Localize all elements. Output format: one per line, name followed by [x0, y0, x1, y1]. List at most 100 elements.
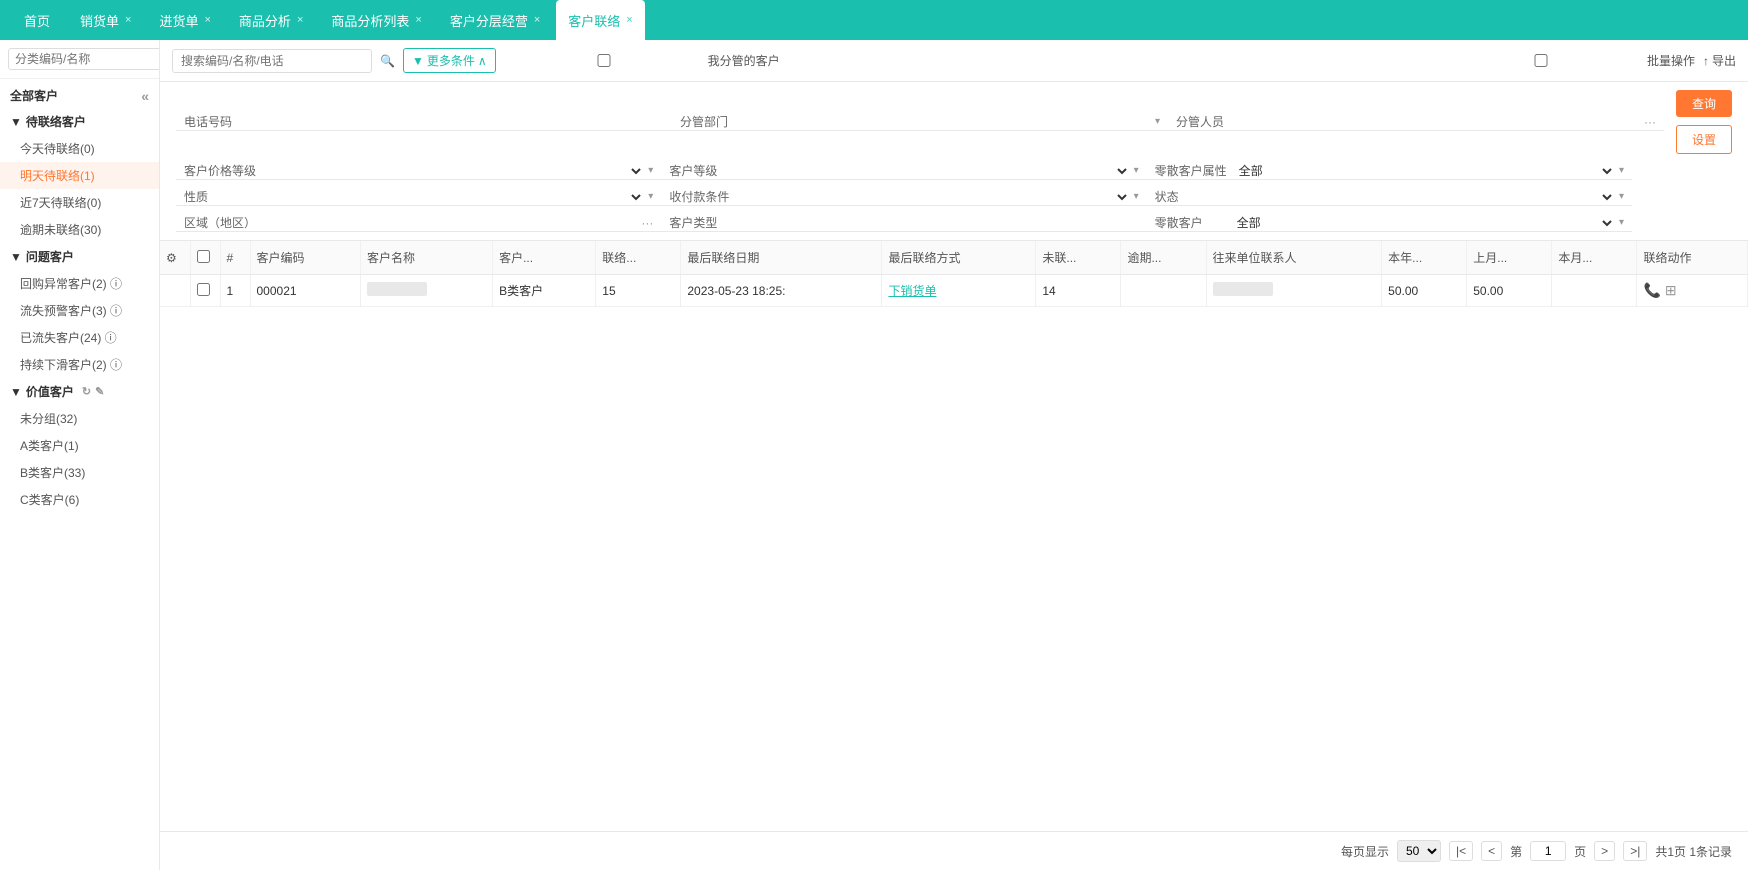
- nav-tab-customer-tier[interactable]: 客户分层经营 ×: [438, 0, 552, 40]
- sidebar-group-value[interactable]: ▼ 价值客户 ↻ ✎: [0, 378, 159, 405]
- sidebar-item-churned[interactable]: 已流失客户(24) ⓘ: [0, 324, 159, 351]
- sidebar-item-today[interactable]: 今天待联络(0): [0, 135, 159, 162]
- my-customers-checkbox[interactable]: 我分管的客户: [504, 52, 780, 69]
- select-all-checkbox[interactable]: [197, 250, 210, 263]
- page-input[interactable]: [1530, 841, 1566, 861]
- sidebar-item-7days[interactable]: 近7天待联络(0): [0, 189, 159, 216]
- sidebar-item-repurchase-abnormal[interactable]: 回购异常客户(2) ⓘ: [0, 270, 159, 297]
- chevron-down-icon[interactable]: ▾: [1134, 191, 1139, 202]
- more-icon[interactable]: ···: [641, 216, 653, 230]
- gear-icon[interactable]: ⚙: [166, 251, 177, 265]
- sidebar-item-a-class[interactable]: A类客户(1): [0, 432, 159, 459]
- close-icon[interactable]: ×: [204, 14, 210, 26]
- price-level-select[interactable]: [264, 163, 644, 179]
- per-page-select[interactable]: 50: [1397, 840, 1441, 862]
- customer-type-input[interactable]: [747, 216, 1138, 230]
- query-btn[interactable]: 查询: [1676, 90, 1732, 117]
- chevron-down-icon[interactable]: ▾: [648, 191, 653, 202]
- nav-tab-analysis[interactable]: 商品分析 ×: [227, 0, 315, 40]
- filter-payment: 收付款条件 ▾: [661, 188, 1146, 206]
- row-select-checkbox[interactable]: [197, 283, 210, 296]
- search-icon[interactable]: 🔍: [380, 54, 395, 68]
- nav-tab-purchase[interactable]: 进货单 ×: [147, 0, 222, 40]
- batch-operate-btn[interactable]: 批量操作: [1441, 52, 1695, 69]
- payment-select[interactable]: [747, 189, 1129, 205]
- close-icon[interactable]: ×: [626, 14, 632, 26]
- sidebar-item-b-class[interactable]: B类客户(33): [0, 459, 159, 486]
- col-no: #: [220, 241, 250, 275]
- chevron-icon: ∧: [478, 54, 487, 68]
- filter-price-level: 客户价格等级 ▾: [176, 162, 661, 180]
- phone-action-icon[interactable]: 📞: [1643, 282, 1660, 299]
- row-name: [360, 275, 492, 307]
- nav-tab-customer-contact[interactable]: 客户联络 ×: [556, 0, 644, 40]
- sidebar-item-c-class[interactable]: C类客户(6): [0, 486, 159, 513]
- sidebar-group-pending[interactable]: ▼ 待联络客户: [0, 108, 159, 135]
- chevron-down-icon[interactable]: ▾: [1619, 191, 1624, 202]
- col-type: 客户...: [493, 241, 596, 275]
- status-select[interactable]: [1233, 189, 1615, 205]
- sidebar-item-overdue[interactable]: 逾期未联络(30): [0, 216, 159, 243]
- close-icon[interactable]: ×: [534, 14, 540, 26]
- first-page-btn[interactable]: |<: [1449, 841, 1473, 861]
- batch-checkbox[interactable]: [1441, 54, 1641, 67]
- refresh-icon[interactable]: ↻: [82, 385, 91, 398]
- more-conditions-btn[interactable]: ▼ 更多条件 ∧: [403, 48, 496, 73]
- sidebar-item-tomorrow[interactable]: 明天待联络(1): [0, 162, 159, 189]
- collapse-icon[interactable]: «: [141, 88, 149, 104]
- col-settings[interactable]: ⚙: [160, 241, 190, 275]
- reset-btn[interactable]: 设置: [1676, 125, 1732, 154]
- nav-tab-analysis-list[interactable]: 商品分析列表 ×: [319, 0, 433, 40]
- customer-level-label: 客户等级: [669, 162, 739, 179]
- col-checkbox[interactable]: [190, 241, 220, 275]
- region-input[interactable]: [264, 216, 641, 230]
- sidebar-item-churn-warning[interactable]: 流失预警客户(3) ⓘ: [0, 297, 159, 324]
- export-btn[interactable]: ↑ 导出: [1703, 52, 1736, 69]
- sidebar-item-ungrouped[interactable]: 未分组(32): [0, 405, 159, 432]
- chevron-down-icon[interactable]: ▾: [1155, 116, 1160, 127]
- filter-row-4: 区域（地区） ··· 客户类型 零散客户 全部 ▾: [176, 214, 1732, 232]
- pagination-bar: 每页显示 50 |< < 第 页 > >| 共1页 1条记录: [160, 831, 1748, 870]
- sidebar-search-input[interactable]: [8, 48, 160, 70]
- close-icon[interactable]: ×: [125, 14, 131, 26]
- chevron-down-icon[interactable]: ▾: [1619, 217, 1624, 228]
- row-this-month: [1552, 275, 1637, 307]
- retail-select[interactable]: 全部: [1233, 215, 1615, 231]
- prev-page-btn[interactable]: <: [1481, 841, 1502, 861]
- chevron-down-icon[interactable]: ▾: [1134, 165, 1139, 176]
- col-code: 客户编码: [250, 241, 360, 275]
- batch-label: 批量操作: [1647, 52, 1695, 69]
- sidebar-item-declining[interactable]: 持续下滑客户(2) ⓘ: [0, 351, 159, 378]
- blurred-contact: [1213, 282, 1273, 296]
- grid-action-icon[interactable]: ⊞: [1665, 282, 1677, 299]
- sidebar-group-problem[interactable]: ▼ 问题客户: [0, 243, 159, 270]
- next-page-btn[interactable]: >: [1594, 841, 1615, 861]
- chevron-down-icon[interactable]: ▾: [648, 165, 653, 176]
- customer-level-select[interactable]: [747, 163, 1129, 179]
- nature-select[interactable]: [262, 189, 644, 205]
- person-input[interactable]: [1254, 115, 1644, 129]
- row-checkbox[interactable]: [190, 275, 220, 307]
- search-input[interactable]: [172, 49, 372, 73]
- last-page-btn[interactable]: >|: [1623, 841, 1647, 861]
- phone-label: 电话号码: [184, 113, 254, 130]
- row-type: B类客户: [493, 275, 596, 307]
- row-last-method[interactable]: 下销货单: [882, 275, 1036, 307]
- phone-input[interactable]: [262, 115, 664, 129]
- last-method-link[interactable]: 下销货单: [888, 284, 936, 298]
- filter-toolbar: 🔍 ▼ 更多条件 ∧ 我分管的客户 批量操作 ↑ 导出: [160, 40, 1748, 82]
- more-icon[interactable]: ···: [1644, 115, 1656, 129]
- all-customers-label: 全部客户: [10, 87, 58, 104]
- dept-input[interactable]: [758, 115, 1151, 129]
- nav-home[interactable]: 首页: [10, 0, 64, 40]
- my-customers-check[interactable]: [504, 54, 704, 67]
- nav-tab-sales[interactable]: 销货单 ×: [68, 0, 143, 40]
- retail-attr-select[interactable]: 全部: [1235, 163, 1615, 179]
- close-icon[interactable]: ×: [415, 14, 421, 26]
- col-action: 联络动作: [1637, 241, 1748, 275]
- chevron-down-icon[interactable]: ▾: [1619, 165, 1624, 176]
- close-icon[interactable]: ×: [297, 14, 303, 26]
- col-overdue: 逾期...: [1121, 241, 1206, 275]
- retail-label: 零散客户: [1155, 214, 1225, 231]
- edit-icon[interactable]: ✎: [95, 385, 104, 398]
